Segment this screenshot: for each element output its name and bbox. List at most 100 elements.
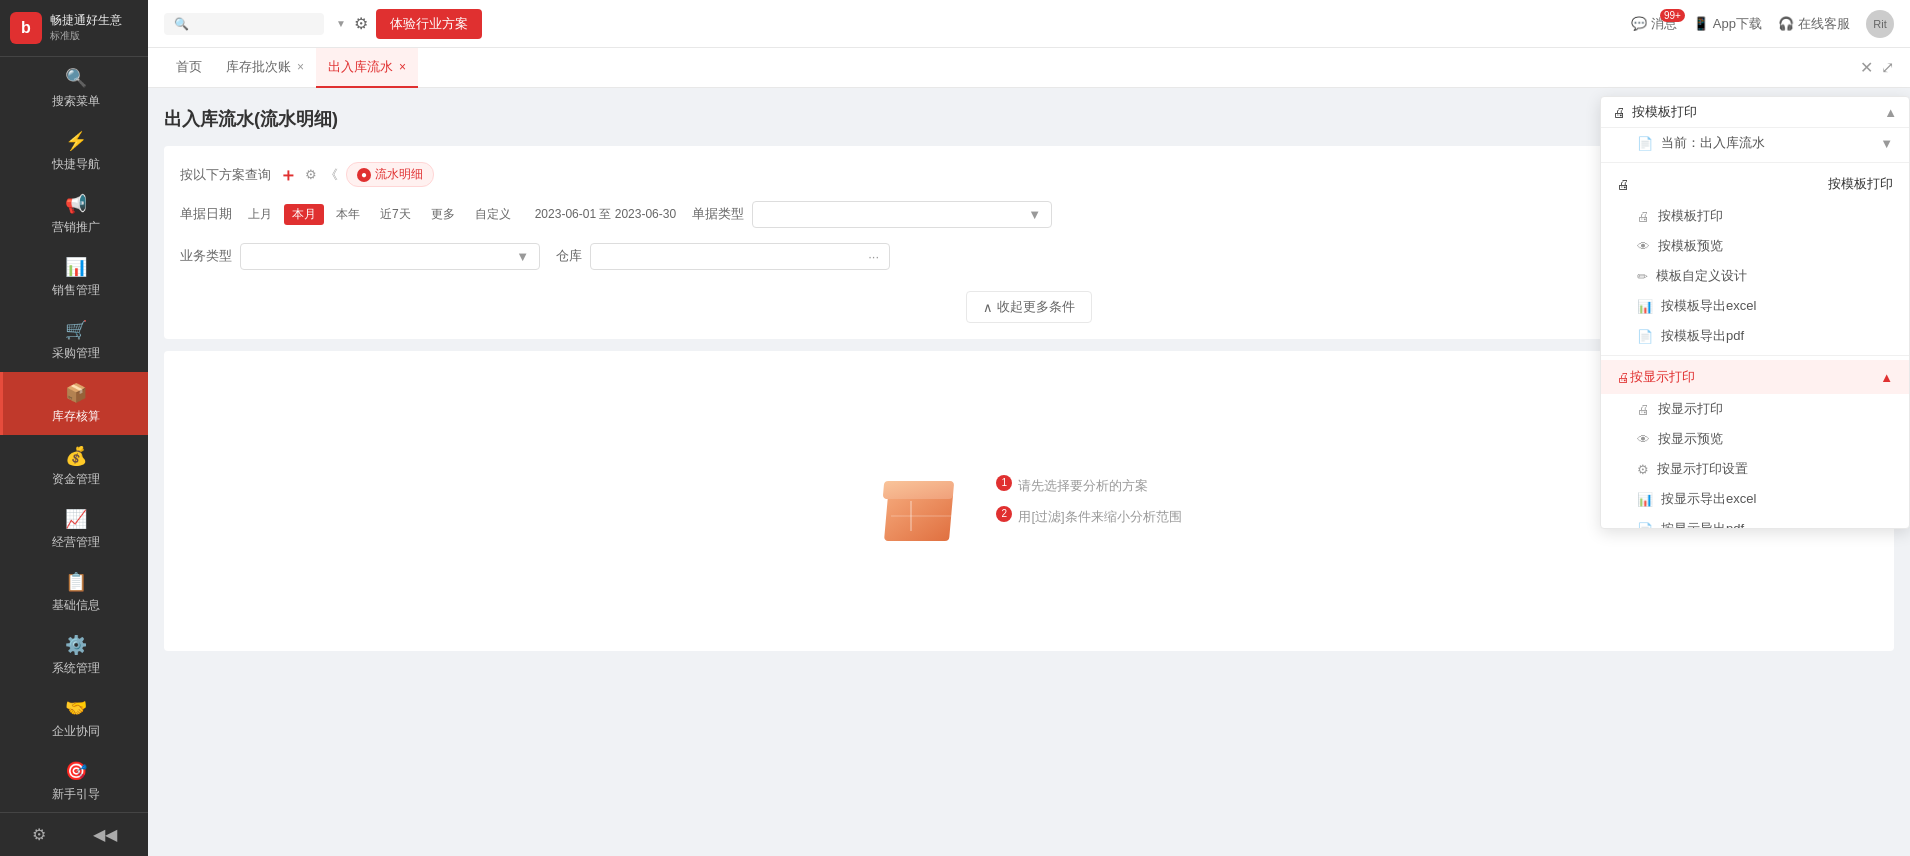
avatar[interactable]: Rit xyxy=(1866,10,1894,38)
display-excel-label: 按显示导出excel xyxy=(1661,490,1756,508)
template-print-item[interactable]: 🖨 按模板打印 xyxy=(1601,201,1909,231)
collapse-more-btn[interactable]: ∧ 收起更多条件 xyxy=(966,291,1092,323)
template-excel-item[interactable]: 📊 按模板导出excel xyxy=(1601,291,1909,321)
display-print-item[interactable]: 🖨 按显示打印 xyxy=(1601,394,1909,424)
date-shortcut-current-year[interactable]: 本年 xyxy=(328,204,368,225)
sidebar-item-label: 经营管理 xyxy=(52,534,100,551)
template-pdf-item[interactable]: 📄 按模板导出pdf xyxy=(1601,321,1909,351)
sidebar-item-finance[interactable]: 💰 资金管理 xyxy=(0,435,148,498)
biz-type-arrow: ▼ xyxy=(516,249,529,264)
dropdown-current-label[interactable]: 📄 当前：出入库流水 ▼ xyxy=(1601,128,1909,158)
online-service-label: 在线客服 xyxy=(1798,15,1850,33)
empty-step-2: 2 用[过滤]条件来缩小分析范围 xyxy=(996,505,1181,528)
active-filter-tag-label: 流水明细 xyxy=(375,166,423,183)
active-filter-tag[interactable]: ● 流水明细 xyxy=(346,162,434,187)
tab-batch-account-close[interactable]: × xyxy=(297,60,304,74)
guide-icon: 🎯 xyxy=(65,760,87,782)
sidebar-item-guide[interactable]: 🎯 新手引导 xyxy=(0,750,148,812)
sidebar-item-operation[interactable]: 📈 经营管理 xyxy=(0,498,148,561)
sidebar-item-system[interactable]: ⚙️ 系统管理 xyxy=(0,624,148,687)
sidebar-item-purchase[interactable]: 🛒 采购管理 xyxy=(0,309,148,372)
sidebar-item-quick-nav[interactable]: ⚡ 快捷导航 xyxy=(0,120,148,183)
settings-bottom-btn[interactable]: ⚙ xyxy=(32,825,46,844)
filter-collapse-btn[interactable]: 《 xyxy=(325,166,338,184)
section2-header[interactable]: 🖨 按显示打印 ▲ xyxy=(1601,360,1909,394)
date-shortcut-more[interactable]: 更多 xyxy=(423,204,463,225)
sidebar-item-basic[interactable]: 📋 基础信息 xyxy=(0,561,148,624)
header-right: 💬 消息 99+ 📱 App下载 🎧 在线客服 Rit xyxy=(1631,10,1894,38)
date-shortcut-7days[interactable]: 近7天 xyxy=(372,204,419,225)
biz-type-select[interactable]: ▼ xyxy=(240,243,540,270)
sidebar-item-inventory[interactable]: 📦 库存核算 xyxy=(0,372,148,435)
display-excel-item[interactable]: 📊 按显示导出excel xyxy=(1601,484,1909,514)
search-icon: 🔍 xyxy=(174,17,189,31)
template-preview-item[interactable]: 👁 按模板预览 xyxy=(1601,231,1909,261)
section1-header[interactable]: 🖨 按模板打印 xyxy=(1601,167,1909,201)
display-settings-item[interactable]: ⚙ 按显示打印设置 xyxy=(1601,454,1909,484)
doc-type-select[interactable]: ▼ xyxy=(752,201,1052,228)
tab-batch-account[interactable]: 库存批次账 × xyxy=(214,48,316,88)
active-filter-icon: ● xyxy=(357,168,371,182)
biz-type-filter-group: 业务类型 ▼ xyxy=(180,243,540,270)
warehouse-select[interactable]: ··· xyxy=(590,243,890,270)
collapse-btn-label: 收起更多条件 xyxy=(997,298,1075,316)
inventory-icon: 📦 xyxy=(65,382,87,404)
display-preview-label: 按显示预览 xyxy=(1658,430,1723,448)
tab-flow[interactable]: 出入库流水 × xyxy=(316,48,418,88)
step-1-text: 请先选择要分析的方案 xyxy=(1018,474,1148,497)
display-pdf-item[interactable]: 📄 按显示导出pdf xyxy=(1601,514,1909,528)
divider-2 xyxy=(1601,355,1909,356)
finance-icon: 💰 xyxy=(65,445,87,467)
dropdown-panel-title: 🖨 按模板打印 xyxy=(1613,103,1697,121)
header: 🔍 ▼ ⚙ 体验行业方案 💬 消息 99+ 📱 App下载 🎧 在线客服 Rit xyxy=(148,0,1910,48)
filter-add-btn[interactable]: ＋ xyxy=(279,163,297,187)
maximize-window-btn[interactable]: ⤢ xyxy=(1881,58,1894,77)
filter-settings-btn[interactable]: ⚙ xyxy=(305,167,317,182)
header-dropdown[interactable]: ▼ xyxy=(332,18,346,29)
app-download-btn[interactable]: 📱 App下载 xyxy=(1693,15,1762,33)
doc-type-filter-group: 单据类型 ▼ xyxy=(692,201,1052,228)
close-window-btn[interactable]: ✕ xyxy=(1860,58,1873,77)
sidebar-item-sales[interactable]: 📊 销售管理 xyxy=(0,246,148,309)
printer-icon: 🖨 xyxy=(1613,105,1626,120)
design-sub-icon: ✏ xyxy=(1637,269,1648,284)
empty-state: 1 请先选择要分析的方案 2 用[过滤]条件来缩小分析范围 xyxy=(876,461,1181,541)
template-design-item[interactable]: ✏ 模板自定义设计 xyxy=(1601,261,1909,291)
sidebar-item-marketing[interactable]: 📢 营销推广 xyxy=(0,183,148,246)
sales-icon: 📊 xyxy=(65,256,87,278)
app-name: 畅捷通好生意 xyxy=(50,13,122,29)
sidebar-item-search[interactable]: 🔍 搜索菜单 xyxy=(0,57,148,120)
display-settings-icon: ⚙ xyxy=(1637,462,1649,477)
date-shortcut-current-month[interactable]: 本月 xyxy=(284,204,324,225)
tab-home[interactable]: 首页 xyxy=(164,48,214,88)
display-print-icon: 🖨 xyxy=(1637,402,1650,417)
tab-flow-close[interactable]: × xyxy=(399,60,406,74)
warehouse-arrow: ··· xyxy=(868,249,879,264)
app-logo: b 畅捷通好生意 标准版 xyxy=(0,0,148,57)
doc-type-arrow: ▼ xyxy=(1028,207,1041,222)
chevron-up-icon: ∧ xyxy=(983,300,993,315)
print-sub-icon: 🖨 xyxy=(1637,209,1650,224)
date-shortcuts: 上月 本月 本年 近7天 更多 自定义 xyxy=(240,204,519,225)
section1-label: 按模板打印 xyxy=(1828,175,1893,193)
template-pdf-label: 按模板导出pdf xyxy=(1661,327,1744,345)
message-icon: 💬 xyxy=(1631,16,1647,31)
date-range: 2023-06-01 至 2023-06-30 xyxy=(535,206,676,223)
dropdown-collapse-arrow[interactable]: ▲ xyxy=(1884,105,1897,120)
collapse-sidebar-btn[interactable]: ◀◀ xyxy=(93,825,117,844)
message-btn[interactable]: 💬 消息 99+ xyxy=(1631,15,1677,33)
online-service-btn[interactable]: 🎧 在线客服 xyxy=(1778,15,1850,33)
display-preview-item[interactable]: 👁 按显示预览 xyxy=(1601,424,1909,454)
date-filter-group: 单据日期 上月 本月 本年 近7天 更多 自定义 2023-06-01 至 20… xyxy=(180,204,676,225)
empty-illustration xyxy=(876,461,956,541)
download-icon: 📱 xyxy=(1693,16,1709,31)
sidebar-item-collab[interactable]: 🤝 企业协同 xyxy=(0,687,148,750)
trial-btn[interactable]: 体验行业方案 xyxy=(376,9,482,39)
empty-text: 1 请先选择要分析的方案 2 用[过滤]条件来缩小分析范围 xyxy=(996,474,1181,529)
date-shortcut-prev-month[interactable]: 上月 xyxy=(240,204,280,225)
app-download-label: App下载 xyxy=(1713,15,1762,33)
header-search[interactable]: 🔍 xyxy=(164,13,324,35)
sidebar: b 畅捷通好生意 标准版 🔍 搜索菜单 ⚡ 快捷导航 📢 营销推广 📊 销售管理… xyxy=(0,0,148,856)
date-shortcut-custom[interactable]: 自定义 xyxy=(467,204,519,225)
gear-icon[interactable]: ⚙ xyxy=(354,14,368,33)
